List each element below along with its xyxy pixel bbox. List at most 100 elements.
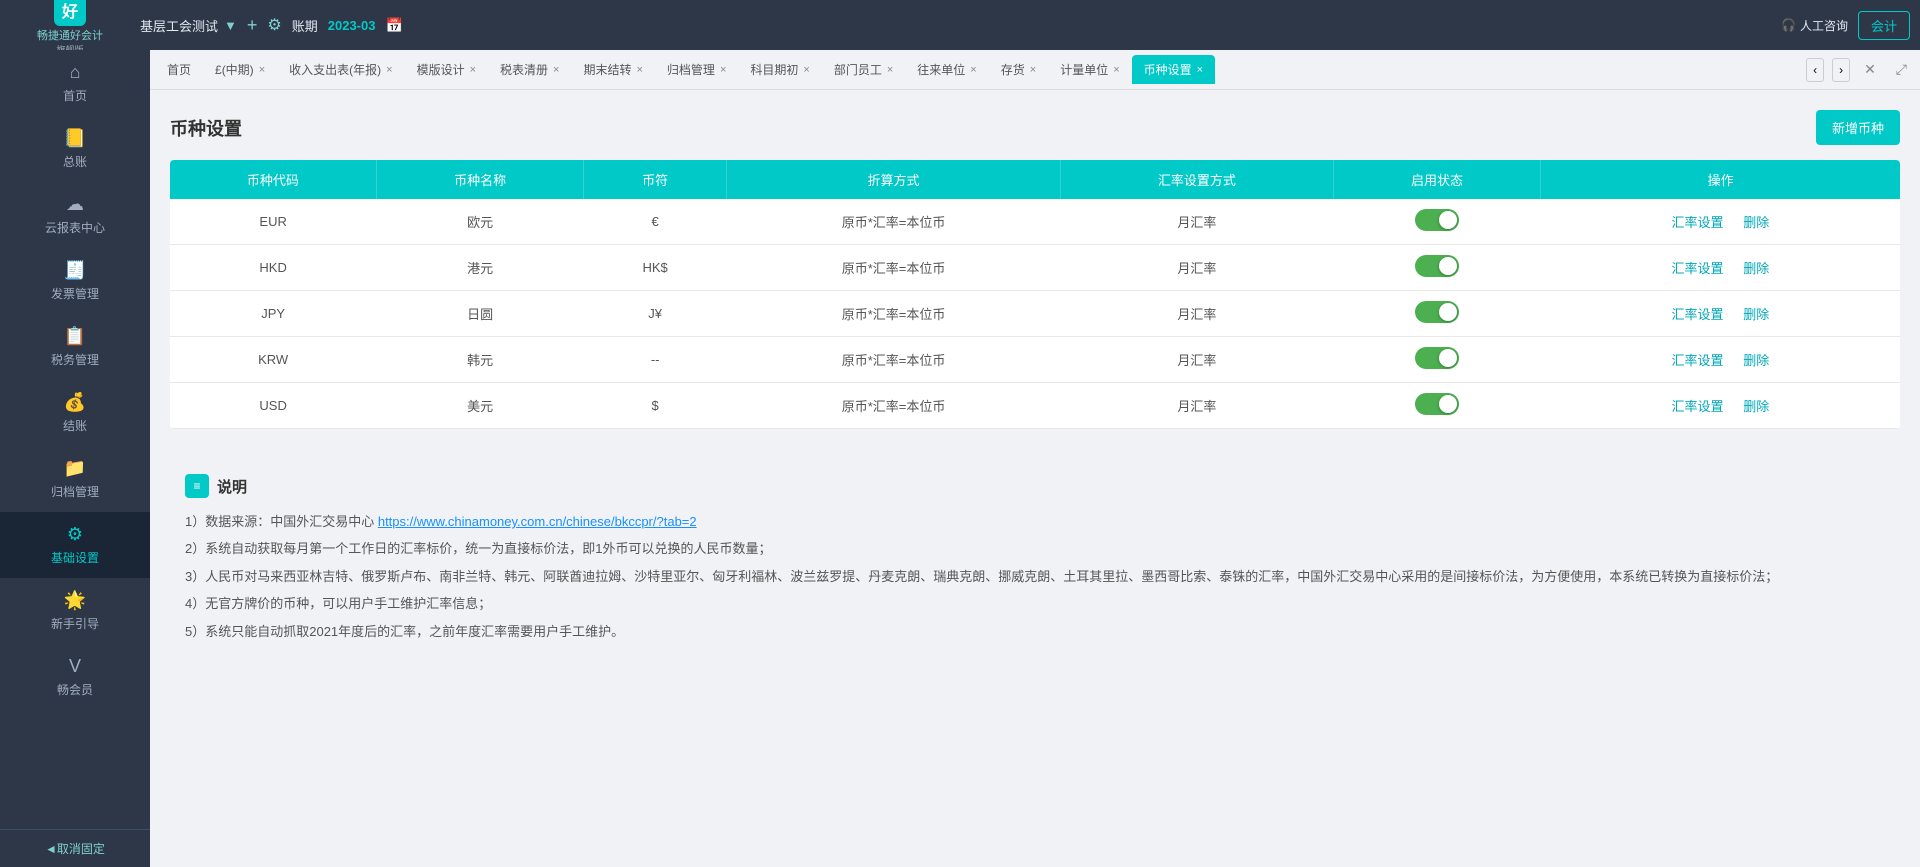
page-title: 币种设置 bbox=[170, 115, 242, 141]
cloud-reports-icon: ☁ bbox=[66, 194, 84, 215]
cell-conversion: 原币*汇率=本位币 bbox=[726, 383, 1060, 429]
tab-tax-clear[interactable]: 税表清册 × bbox=[488, 55, 571, 84]
sidebar-pin-button[interactable]: ◄取消固定 bbox=[0, 829, 150, 867]
tab-counterparty-close[interactable]: × bbox=[970, 64, 976, 76]
tab-currency[interactable]: 币种设置 × bbox=[1132, 55, 1215, 84]
cell-actions: 汇率设置 删除 bbox=[1541, 199, 1900, 245]
company-selector[interactable]: 基层工会测试 ▼ bbox=[140, 16, 237, 35]
tab-archive-mgmt-label: 归档管理 bbox=[667, 61, 715, 78]
tab-home[interactable]: 首页 bbox=[155, 55, 203, 84]
delete-link[interactable]: 删除 bbox=[1743, 307, 1769, 322]
rate-setting-link[interactable]: 汇率设置 bbox=[1672, 399, 1724, 414]
tab-counterparty[interactable]: 往来单位 × bbox=[905, 55, 988, 84]
cell-conversion: 原币*汇率=本位币 bbox=[726, 245, 1060, 291]
cell-symbol: -- bbox=[584, 337, 727, 383]
sidebar-item-new-guide[interactable]: 🌟 新手引导 bbox=[0, 578, 150, 644]
sidebar-item-ledger[interactable]: 📒 总账 bbox=[0, 116, 150, 182]
tab-template[interactable]: 模版设计 × bbox=[405, 55, 488, 84]
tab-income-report[interactable]: 收入支出表(年报) × bbox=[277, 55, 404, 84]
cell-name: 欧元 bbox=[376, 199, 584, 245]
tab-currency-close[interactable]: × bbox=[1197, 64, 1203, 76]
tab-next-button[interactable]: › bbox=[1832, 58, 1850, 82]
rate-setting-link[interactable]: 汇率设置 bbox=[1672, 215, 1724, 230]
sidebar: ⌂ 首页 📒 总账 ☁ 云报表中心 🧾 发票管理 📋 税务管理 💰 结账 📁 归… bbox=[0, 50, 150, 867]
sidebar-item-cloud-reports-label: 云报表中心 bbox=[45, 219, 105, 236]
tab-template-close[interactable]: × bbox=[470, 64, 476, 76]
col-conversion: 折算方式 bbox=[726, 160, 1060, 199]
tab-prev-button[interactable]: ‹ bbox=[1806, 58, 1824, 82]
note-list: 1）数据来源：中国外汇交易中心 https://www.chinamoney.c… bbox=[185, 510, 1885, 643]
delete-link[interactable]: 删除 bbox=[1743, 215, 1769, 230]
tab-dept-staff[interactable]: 部门员工 × bbox=[822, 55, 905, 84]
tab-unit-close[interactable]: × bbox=[1113, 64, 1119, 76]
sidebar-item-cloud-reports[interactable]: ☁ 云报表中心 bbox=[0, 182, 150, 248]
new-guide-icon: 🌟 bbox=[64, 590, 86, 611]
customer-service-button[interactable]: 🎧 人工咨询 bbox=[1781, 17, 1848, 34]
tab-period-close-close[interactable]: × bbox=[636, 64, 642, 76]
settings-icon[interactable]: ⚙ bbox=[267, 15, 281, 35]
tab-period[interactable]: £(中期) × bbox=[203, 55, 277, 84]
delete-link[interactable]: 删除 bbox=[1743, 399, 1769, 414]
tab-tax-clear-close[interactable]: × bbox=[553, 64, 559, 76]
sidebar-item-ledger-label: 总账 bbox=[63, 153, 87, 170]
cell-enabled bbox=[1333, 291, 1541, 337]
sidebar-item-settle[interactable]: 💰 结账 bbox=[0, 380, 150, 446]
settle-icon: 💰 bbox=[64, 392, 86, 413]
account-button[interactable]: 会计 bbox=[1858, 11, 1910, 40]
logo-icon: 好 bbox=[54, 0, 86, 26]
new-currency-button[interactable]: 新增币种 bbox=[1816, 110, 1900, 145]
rate-setting-link[interactable]: 汇率设置 bbox=[1672, 261, 1724, 276]
tab-account-period-close[interactable]: × bbox=[803, 64, 809, 76]
archive-icon: 📁 bbox=[64, 458, 86, 479]
calendar-icon[interactable]: 📅 bbox=[385, 17, 402, 34]
tab-inventory[interactable]: 存货 × bbox=[989, 55, 1048, 84]
tab-archive-mgmt-close[interactable]: × bbox=[720, 64, 726, 76]
note-title: ≡ 说明 bbox=[185, 474, 1885, 498]
sidebar-item-basic-settings[interactable]: ⚙ 基础设置 bbox=[0, 512, 150, 578]
sidebar-item-home[interactable]: ⌂ 首页 bbox=[0, 50, 150, 116]
tab-income-report-close[interactable]: × bbox=[386, 64, 392, 76]
cell-rate-type: 月汇率 bbox=[1061, 245, 1334, 291]
rate-setting-link[interactable]: 汇率设置 bbox=[1672, 307, 1724, 322]
rate-setting-link[interactable]: 汇率设置 bbox=[1672, 353, 1724, 368]
tab-home-label: 首页 bbox=[167, 61, 191, 78]
add-tab-button[interactable]: + bbox=[247, 15, 258, 36]
cell-conversion: 原币*汇率=本位币 bbox=[726, 199, 1060, 245]
content-area: 首页 £(中期) × 收入支出表(年报) × 模版设计 × 税表清册 × 期末结… bbox=[150, 50, 1920, 867]
cell-symbol: $ bbox=[584, 383, 727, 429]
tab-period-close[interactable]: × bbox=[259, 64, 265, 76]
sidebar-item-archive[interactable]: 📁 归档管理 bbox=[0, 446, 150, 512]
toggle-enabled[interactable] bbox=[1415, 301, 1459, 323]
table-row: KRW 韩元 -- 原币*汇率=本位币 月汇率 汇率设置 删除 bbox=[170, 337, 1900, 383]
tab-archive-mgmt[interactable]: 归档管理 × bbox=[655, 55, 738, 84]
cell-actions: 汇率设置 删除 bbox=[1541, 337, 1900, 383]
tab-dept-staff-close[interactable]: × bbox=[887, 64, 893, 76]
toggle-enabled[interactable] bbox=[1415, 209, 1459, 231]
cell-name: 港元 bbox=[376, 245, 584, 291]
sidebar-item-invoice[interactable]: 🧾 发票管理 bbox=[0, 248, 150, 314]
toggle-enabled[interactable] bbox=[1415, 255, 1459, 277]
sidebar-item-settle-label: 结账 bbox=[63, 417, 87, 434]
delete-link[interactable]: 删除 bbox=[1743, 261, 1769, 276]
tab-period-label: £(中期) bbox=[215, 61, 254, 78]
tab-account-period[interactable]: 科目期初 × bbox=[738, 55, 821, 84]
note-item: 5）系统只能自动抓取2021年度后的汇率，之前年度汇率需要用户手工维护。 bbox=[185, 620, 1885, 643]
cell-actions: 汇率设置 删除 bbox=[1541, 383, 1900, 429]
note-link[interactable]: https://www.chinamoney.com.cn/chinese/bk… bbox=[378, 514, 697, 529]
tab-expand-button[interactable]: ⤢ bbox=[1888, 57, 1915, 82]
sidebar-item-member[interactable]: V 畅会员 bbox=[0, 644, 150, 710]
note-item: 4）无官方牌价的币种，可以用户手工维护汇率信息； bbox=[185, 592, 1885, 615]
sidebar-item-tax[interactable]: 📋 税务管理 bbox=[0, 314, 150, 380]
note-item: 2）系统自动获取每月第一个工作日的汇率标价，统一为直接标价法，即1外币可以兑换的… bbox=[185, 537, 1885, 560]
delete-link[interactable]: 删除 bbox=[1743, 353, 1769, 368]
cell-code: KRW bbox=[170, 337, 376, 383]
tab-period-close[interactable]: 期末结转 × bbox=[571, 55, 654, 84]
tab-inventory-close[interactable]: × bbox=[1030, 64, 1036, 76]
company-name: 基层工会测试 bbox=[140, 16, 218, 35]
cell-name: 美元 bbox=[376, 383, 584, 429]
tab-account-period-label: 科目期初 bbox=[750, 61, 798, 78]
toggle-enabled[interactable] bbox=[1415, 393, 1459, 415]
tab-unit[interactable]: 计量单位 × bbox=[1048, 55, 1131, 84]
tab-close-all-button[interactable]: ✕ bbox=[1856, 57, 1884, 82]
toggle-enabled[interactable] bbox=[1415, 347, 1459, 369]
